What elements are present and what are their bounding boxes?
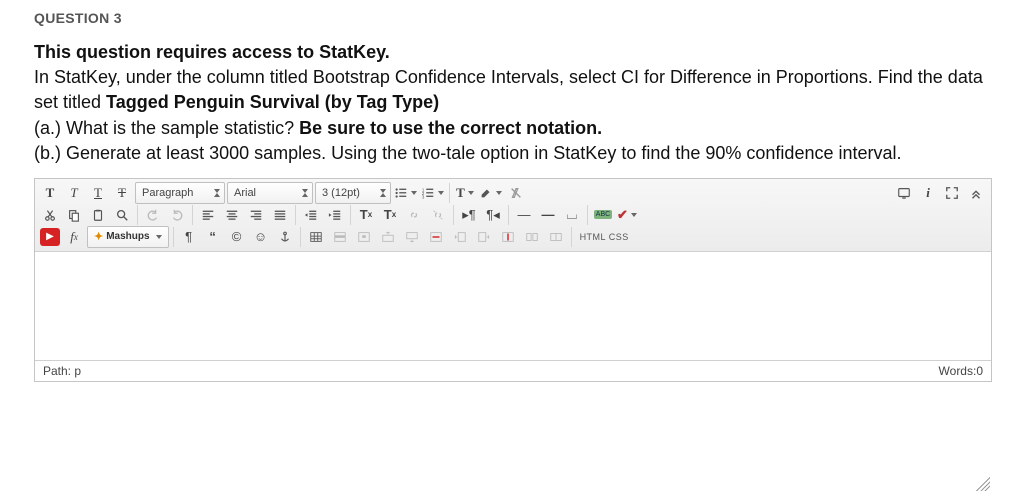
collapse-button[interactable] [965,182,987,204]
cut-button[interactable] [39,204,61,226]
separator [453,205,454,225]
separator [137,205,138,225]
outdent-button[interactable] [300,204,322,226]
rich-text-editor: T T T T Paragraph Arial 3 (12pt) 123 T i [34,178,992,382]
fx-sub: x [74,232,78,242]
col-before-button[interactable] [449,226,471,248]
question-instructions: In StatKey, under the column titled Boot… [34,65,992,115]
undo-button[interactable] [142,204,164,226]
align-right-button[interactable] [245,204,267,226]
resize-handle-icon[interactable] [976,477,990,491]
split-cells-button[interactable] [545,226,567,248]
editor-content-area[interactable] [35,252,991,360]
separator [300,227,301,247]
unlink-button[interactable] [427,204,449,226]
clear-format-button[interactable] [505,182,527,204]
abc-icon: ABC [594,210,612,219]
fullscreen-button[interactable] [941,182,963,204]
question-body: This question requires access to StatKey… [34,40,992,166]
quote-button[interactable]: “ [202,226,224,248]
rtl-button[interactable]: ¶◂ [482,204,504,226]
spellcheck-button[interactable]: ABC [592,204,614,226]
spellcheck-menu-button[interactable]: ✔ [616,204,638,226]
delete-col-button[interactable] [497,226,519,248]
word-count: Words:0 [939,364,983,378]
record-button[interactable]: ▶ [39,226,61,248]
separator [192,205,193,225]
bullet-list-button[interactable] [393,182,418,204]
toolbar-right-group: i [893,182,987,204]
svg-text:3: 3 [422,194,425,199]
toolbar-row-3: ▶ fx ✦Mashups ¶ “ © ☺ HTML CSS [39,226,987,248]
delete-row-button[interactable] [425,226,447,248]
copyright-button[interactable]: © [226,226,248,248]
link-button[interactable] [403,204,425,226]
sub-t-label: T [384,207,392,222]
star-icon: ✦ [94,230,103,243]
table-button[interactable] [305,226,327,248]
html-css-button[interactable]: HTML CSS [576,226,633,248]
separator [295,205,296,225]
text-color-button[interactable]: T [454,182,476,204]
align-center-button[interactable] [221,204,243,226]
hr-thin-button[interactable]: — [513,204,535,226]
merge-cells-button[interactable] [521,226,543,248]
table-cell-props-button[interactable] [353,226,375,248]
q-dataset-name: Tagged Penguin Survival (by Tag Type) [106,92,439,112]
mashups-label: Mashups [106,231,149,242]
toolbar-row-2: Tx Tx ▸¶ ¶◂ — — ⌴ ABC ✔ [39,204,987,226]
redo-button[interactable] [166,204,188,226]
editor-statusbar: Path: p Words:0 [35,360,991,381]
play-icon: ▶ [40,228,60,246]
indent-button[interactable] [324,204,346,226]
separator [571,227,572,247]
q-a-emphasis: Be sure to use the correct notation. [299,118,602,138]
sup-t-label: T [360,207,368,222]
underline-button[interactable]: T [87,182,109,204]
format-select[interactable]: Paragraph [135,182,225,204]
row-before-button[interactable] [377,226,399,248]
question-part-b: (b.) Generate at least 3000 samples. Usi… [34,141,992,166]
mashups-button[interactable]: ✦Mashups [87,226,169,248]
bold-button[interactable]: T [39,182,61,204]
separator [173,227,174,247]
q-a-text: (a.) What is the sample statistic? [34,118,299,138]
hr-thick-button[interactable]: — [537,204,559,226]
table-row-props-button[interactable] [329,226,351,248]
anchor-button[interactable] [274,226,296,248]
show-para-button[interactable]: ¶ [178,226,200,248]
find-button[interactable] [111,204,133,226]
nbsp-button[interactable]: ⌴ [561,204,583,226]
paste-button[interactable] [87,204,109,226]
question-label: QUESTION 3 [34,10,992,26]
number-list-button[interactable]: 123 [420,182,445,204]
toolbar-row-1: T T T T Paragraph Arial 3 (12pt) 123 T i [39,182,987,204]
align-justify-button[interactable] [269,204,291,226]
strike-button[interactable]: T [111,182,133,204]
path-indicator: Path: p [43,364,81,378]
subscript-button[interactable]: Tx [379,204,401,226]
separator [449,183,450,203]
size-select[interactable]: 3 (12pt) [315,182,391,204]
align-left-button[interactable] [197,204,219,226]
italic-button[interactable]: T [63,182,85,204]
col-after-button[interactable] [473,226,495,248]
info-button[interactable]: i [917,182,939,204]
highlight-button[interactable] [478,182,503,204]
fx-button[interactable]: fx [63,226,85,248]
superscript-button[interactable]: Tx [355,204,377,226]
copy-button[interactable] [63,204,85,226]
separator [508,205,509,225]
font-select[interactable]: Arial [227,182,313,204]
emoji-button[interactable]: ☺ [250,226,272,248]
check-icon: ✔ [617,207,628,223]
ltr-button[interactable]: ▸¶ [458,204,480,226]
question-intro: This question requires access to StatKey… [34,40,992,65]
editor-toolbar: T T T T Paragraph Arial 3 (12pt) 123 T i [35,179,991,252]
separator [350,205,351,225]
separator [587,205,588,225]
preview-button[interactable] [893,182,915,204]
question-part-a: (a.) What is the sample statistic? Be su… [34,116,992,141]
row-after-button[interactable] [401,226,423,248]
